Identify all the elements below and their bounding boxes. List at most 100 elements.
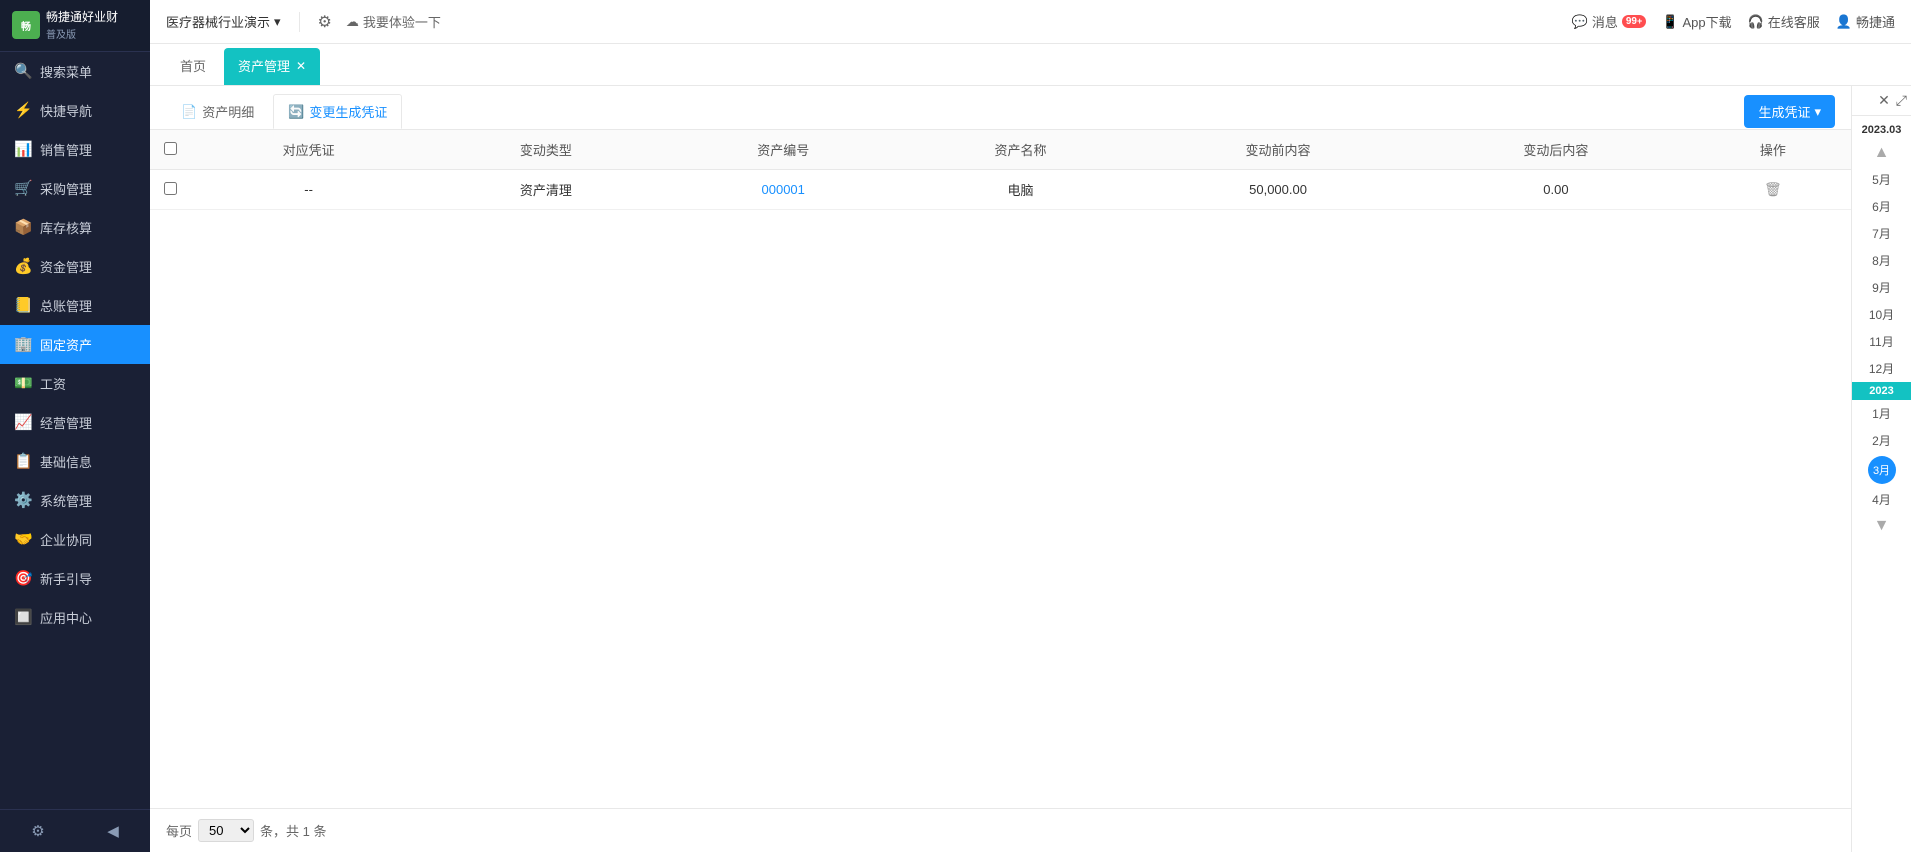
sidebar-icon-basics: 📋 bbox=[14, 452, 32, 470]
panel-month-item[interactable]: 8月 bbox=[1852, 247, 1911, 274]
tab-home-label: 首页 bbox=[180, 59, 206, 74]
total-count-label: 条，共 1 条 bbox=[260, 821, 326, 840]
sidebar-item-salary[interactable]: 💵 工资 bbox=[0, 364, 150, 403]
sidebar-item-quick-nav[interactable]: ⚡ 快捷导航 bbox=[0, 91, 150, 130]
header-asset-code: 资产编号 bbox=[665, 130, 902, 170]
sidebar-item-collab[interactable]: 🤝 企业协同 bbox=[0, 520, 150, 559]
panel-month-item[interactable]: 7月 bbox=[1852, 220, 1911, 247]
sidebar-label-purchase: 采购管理 bbox=[40, 179, 92, 198]
panel-month-item[interactable]: 2月 bbox=[1852, 427, 1911, 454]
sidebar-item-sales[interactable]: 📊 销售管理 bbox=[0, 130, 150, 169]
tab-asset-management[interactable]: 资产管理 ✕ bbox=[224, 48, 320, 85]
customer-service-label: 在线客服 bbox=[1768, 12, 1820, 31]
sidebar-bottom: ⚙ ◀ bbox=[0, 809, 150, 852]
customer-service-btn[interactable]: 🎧 在线客服 bbox=[1748, 12, 1820, 31]
sidebar-collapse-btn[interactable]: ◀ bbox=[99, 818, 127, 844]
header-voucher: 对应凭证 bbox=[190, 130, 427, 170]
user-icon: 👤 bbox=[1836, 14, 1852, 30]
sidebar-item-system[interactable]: ⚙️ 系统管理 bbox=[0, 481, 150, 520]
panel-month-item[interactable]: 6月 bbox=[1852, 193, 1911, 220]
panel-month-item[interactable]: 1月 bbox=[1852, 400, 1911, 427]
row-checkbox-0[interactable] bbox=[164, 182, 177, 195]
select-all-checkbox[interactable] bbox=[164, 142, 177, 155]
list-icon: 📄 bbox=[181, 104, 197, 120]
headset-icon: 🎧 bbox=[1748, 14, 1764, 30]
panel-month-item[interactable]: 11月 bbox=[1852, 328, 1911, 355]
tab-home[interactable]: 首页 bbox=[166, 48, 220, 85]
sidebar-settings-btn[interactable]: ⚙ bbox=[23, 818, 52, 844]
sidebar-label-fixed-assets: 固定资产 bbox=[40, 335, 92, 354]
header-change-type: 变动类型 bbox=[427, 130, 664, 170]
topbar-right: 💬 消息 99+ 📱 App下载 🎧 在线客服 👤 畅捷通 bbox=[1572, 12, 1895, 31]
sub-tab-asset-list[interactable]: 📄 资产明细 bbox=[166, 94, 269, 129]
close-panel-icon[interactable]: ✕ bbox=[1878, 92, 1890, 109]
sidebar-icon-fixed-assets: 🏢 bbox=[14, 335, 32, 353]
sidebar-label-collab: 企业协同 bbox=[40, 530, 92, 549]
topbar-settings-icon[interactable]: ⚙ bbox=[318, 12, 332, 32]
sidebar-item-funds[interactable]: 💰 资金管理 bbox=[0, 247, 150, 286]
sidebar-item-fixed-assets[interactable]: 🏢 固定资产 bbox=[0, 325, 150, 364]
sub-tab-asset-list-label: 资产明细 bbox=[202, 102, 254, 121]
sidebar-item-inventory[interactable]: 📦 库存核算 bbox=[0, 208, 150, 247]
row-change-type-0: 资产清理 bbox=[427, 170, 664, 210]
panel-month-item[interactable]: 5月 bbox=[1852, 166, 1911, 193]
panel-year-divider: 2023 bbox=[1852, 382, 1911, 400]
delete-row-btn[interactable]: 🗑 bbox=[1764, 181, 1782, 197]
row-op-0: 🗑 bbox=[1695, 170, 1851, 210]
table-body: -- 资产清理 000001 电脑 50,000.00 0.00 🗑 bbox=[150, 170, 1851, 210]
main-area: 医疗器械行业演示 ▾ ⚙ ☁ 我要体验一下 💬 消息 99+ 📱 App下载 🎧… bbox=[150, 0, 1911, 852]
sidebar-label-guide: 新手引导 bbox=[40, 569, 92, 588]
feedback-btn[interactable]: ☁ 我要体验一下 bbox=[346, 12, 441, 31]
company-selector[interactable]: 医疗器械行业演示 ▾ bbox=[166, 12, 281, 31]
message-btn[interactable]: 💬 消息 99+ bbox=[1572, 12, 1647, 31]
header-asset-name: 资产名称 bbox=[902, 130, 1139, 170]
sidebar-label-operations: 经营管理 bbox=[40, 413, 92, 432]
row-asset-code-0: 000001 bbox=[665, 170, 902, 210]
sidebar-item-operations[interactable]: 📈 经营管理 bbox=[0, 403, 150, 442]
table-header: 对应凭证 变动类型 资产编号 资产名称 变动前内容 变动后内容 操作 bbox=[150, 130, 1851, 170]
sidebar-item-guide[interactable]: 🎯 新手引导 bbox=[0, 559, 150, 598]
sidebar-item-search[interactable]: 🔍 搜索菜单 bbox=[0, 52, 150, 91]
username: 畅捷通 bbox=[1856, 12, 1895, 31]
sidebar-item-purchase[interactable]: 🛒 采购管理 bbox=[0, 169, 150, 208]
panel-month-item[interactable]: 3月 bbox=[1868, 456, 1896, 484]
panel-month-list: 5月6月7月8月9月10月11月12月20231月2月3月4月 bbox=[1852, 166, 1911, 513]
panel-month-item[interactable]: 10月 bbox=[1852, 301, 1911, 328]
per-page-select[interactable]: 50 10 20 100 bbox=[198, 819, 254, 842]
panel-scroll-down[interactable]: ▼ bbox=[1874, 513, 1890, 539]
message-badge: 99+ bbox=[1622, 15, 1646, 28]
sub-tab-change-voucher[interactable]: 🔄 变更生成凭证 bbox=[273, 94, 402, 129]
sidebar-label-sales: 销售管理 bbox=[40, 140, 92, 159]
panel-month-item[interactable]: 4月 bbox=[1852, 486, 1911, 513]
panel-year-label: 2023.03 bbox=[1862, 116, 1902, 140]
message-label: 消息 bbox=[1592, 12, 1618, 31]
sidebar-icon-purchase: 🛒 bbox=[14, 179, 32, 197]
sidebar-item-apps[interactable]: 🔲 应用中心 bbox=[0, 598, 150, 637]
user-menu[interactable]: 👤 畅捷通 bbox=[1836, 12, 1895, 31]
header-before-change: 变动前内容 bbox=[1139, 130, 1417, 170]
tabbar: 首页 资产管理 ✕ bbox=[150, 44, 1911, 86]
company-name: 医疗器械行业演示 bbox=[166, 12, 270, 31]
expand-panel-icon[interactable]: ⤢ bbox=[1896, 92, 1907, 109]
panel-scroll-up[interactable]: ▲ bbox=[1874, 140, 1890, 166]
right-panel-header: ✕ ⤢ bbox=[1852, 86, 1911, 116]
sidebar-icon-salary: 💵 bbox=[14, 374, 32, 392]
tab-close-icon[interactable]: ✕ bbox=[296, 59, 306, 73]
panel-month-item[interactable]: 9月 bbox=[1852, 274, 1911, 301]
sidebar-icon-inventory: 📦 bbox=[14, 218, 32, 236]
topbar: 医疗器械行业演示 ▾ ⚙ ☁ 我要体验一下 💬 消息 99+ 📱 App下载 🎧… bbox=[150, 0, 1911, 44]
sidebar-icon-apps: 🔲 bbox=[14, 608, 32, 626]
app-download-label: App下载 bbox=[1682, 12, 1731, 31]
header-operation: 操作 bbox=[1695, 130, 1851, 170]
logo-title: 畅捷通好业财 bbox=[46, 10, 118, 26]
app-download-btn[interactable]: 📱 App下载 bbox=[1662, 12, 1731, 31]
sidebar-item-basics[interactable]: 📋 基础信息 bbox=[0, 442, 150, 481]
panel-month-item[interactable]: 12月 bbox=[1852, 355, 1911, 382]
sidebar-label-quick-nav: 快捷导航 bbox=[40, 101, 92, 120]
sidebar-item-ledger[interactable]: 📒 总账管理 bbox=[0, 286, 150, 325]
change-icon: 🔄 bbox=[288, 104, 304, 120]
right-panel: ✕ ⤢ 2023.03 ▲ 5月6月7月8月9月10月11月12月20231月2… bbox=[1851, 86, 1911, 852]
cloud-icon: ☁ bbox=[346, 14, 359, 30]
change-voucher-table: 对应凭证 变动类型 资产编号 资产名称 变动前内容 变动后内容 操作 -- 资产… bbox=[150, 130, 1851, 210]
generate-voucher-btn[interactable]: 生成凭证 ▾ bbox=[1744, 95, 1835, 128]
